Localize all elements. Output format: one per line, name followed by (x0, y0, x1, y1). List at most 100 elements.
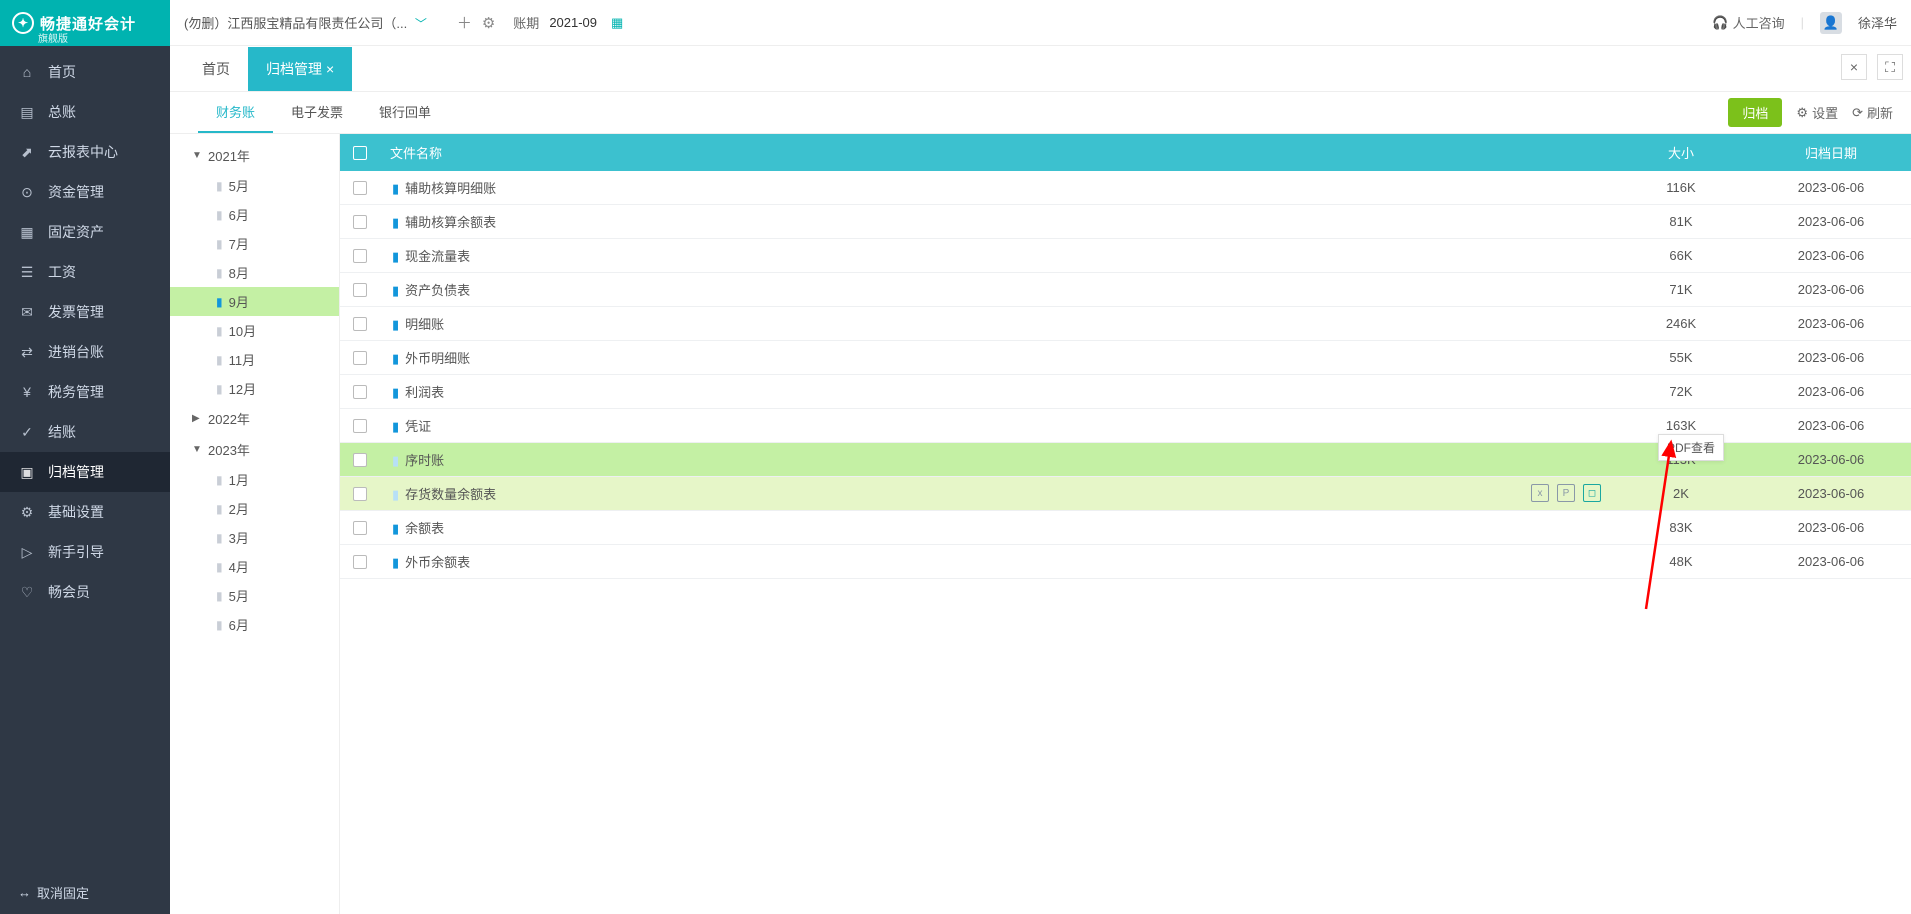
tree-month[interactable]: ▮4月 (170, 552, 339, 581)
sidebar-item-2[interactable]: ⬈云报表中心 (0, 132, 170, 172)
nav-icon: ⚙ (18, 504, 36, 521)
tree-month[interactable]: ▮7月 (170, 229, 339, 258)
company-selector[interactable]: (勿删）江西服宝精品有限责任公司（... ﹀ (184, 13, 427, 32)
chevron-down-icon[interactable]: ﹀ (415, 17, 427, 31)
page-tab-1[interactable]: 归档管理× (248, 47, 352, 91)
select-all-checkbox[interactable] (353, 146, 367, 160)
tree-month[interactable]: ▮1月 (170, 465, 339, 494)
tree-month[interactable]: ▮9月 (170, 287, 339, 316)
folder-icon: ▮ (216, 266, 223, 280)
period-value[interactable]: 2021-09 (549, 15, 597, 30)
folder-icon: ▮ (216, 473, 223, 487)
sidebar-item-4[interactable]: ▦固定资产 (0, 212, 170, 252)
tree-month[interactable]: ▮3月 (170, 523, 339, 552)
pdf-icon[interactable]: P (1557, 484, 1575, 502)
sidebar-item-12[interactable]: ▷新手引导 (0, 532, 170, 572)
sidebar-item-0[interactable]: ⌂首页 (0, 52, 170, 92)
table-row[interactable]: ▮明细账246K2023-06-06 (340, 307, 1911, 341)
row-checkbox[interactable] (353, 453, 367, 467)
file-icon: ▮ (392, 351, 399, 367)
file-date: 2023-06-06 (1751, 171, 1911, 205)
folder-icon: ▮ (216, 353, 223, 367)
calendar-icon[interactable]: ▦ (611, 15, 623, 31)
close-tab-button[interactable]: × (1841, 54, 1867, 80)
tree-month[interactable]: ▮12月 (170, 374, 339, 403)
company-settings-button[interactable]: ⚙ (482, 14, 495, 32)
username[interactable]: 徐泽华 (1858, 13, 1897, 32)
file-size: 246K (1611, 307, 1751, 341)
file-name: 外币余额表 (405, 555, 470, 570)
sidebar-item-6[interactable]: ✉发票管理 (0, 292, 170, 332)
row-checkbox[interactable] (353, 283, 367, 297)
row-checkbox[interactable] (353, 419, 367, 433)
table-row[interactable]: ▮余额表83K2023-06-06 (340, 511, 1911, 545)
row-checkbox[interactable] (353, 555, 367, 569)
table-row[interactable]: ▮现金流量表66K2023-06-06 (340, 239, 1911, 273)
settings-label: 设置 (1812, 103, 1838, 122)
sidebar-item-3[interactable]: ⊙资金管理 (0, 172, 170, 212)
row-checkbox[interactable] (353, 249, 367, 263)
file-date: 2023-06-06 (1751, 545, 1911, 579)
table-row[interactable]: ▮外币明细账55K2023-06-06 (340, 341, 1911, 375)
help-label: 人工咨询 (1733, 13, 1785, 32)
folder-icon: ▮ (216, 382, 223, 396)
tree-month-label: 2月 (229, 499, 249, 518)
table-row[interactable]: ▮辅助核算余额表81K2023-06-06 (340, 205, 1911, 239)
file-date: 2023-06-06 (1751, 307, 1911, 341)
pdf-view-icon[interactable]: ◻ (1583, 484, 1601, 502)
sidebar-item-5[interactable]: ☰工资 (0, 252, 170, 292)
help-button[interactable]: 🎧 人工咨询 (1712, 13, 1784, 32)
tree-year[interactable]: ▶2022年 (170, 403, 339, 434)
subtab-1[interactable]: 电子发票 (273, 92, 361, 133)
tree-month[interactable]: ▮5月 (170, 171, 339, 200)
subtab-2[interactable]: 银行回单 (361, 92, 449, 133)
sidebar-item-9[interactable]: ✓结账 (0, 412, 170, 452)
row-checkbox[interactable] (353, 215, 367, 229)
add-company-button[interactable]: ＋ (457, 12, 472, 33)
excel-view-icon[interactable]: x (1531, 484, 1549, 502)
row-checkbox[interactable] (353, 351, 367, 365)
sidebar-unpin[interactable]: ↔ 取消固定 (0, 871, 170, 914)
content: 财务账电子发票银行回单 归档 ⚙设置 ⟳刷新 ▼2021年▮5月▮6月▮7月▮8… (170, 92, 1911, 914)
sidebar-item-1[interactable]: ▤总账 (0, 92, 170, 132)
sidebar-item-10[interactable]: ▣归档管理 (0, 452, 170, 492)
sidebar-item-7[interactable]: ⇄进销台账 (0, 332, 170, 372)
row-checkbox[interactable] (353, 385, 367, 399)
sidebar-item-8[interactable]: ¥税务管理 (0, 372, 170, 412)
settings-button[interactable]: ⚙设置 (1796, 103, 1838, 122)
tooltip-pdf-view: PDF查看 (1658, 434, 1724, 461)
table-row[interactable]: ▮利润表72K2023-06-06 (340, 375, 1911, 409)
table-row[interactable]: ▮资产负债表71K2023-06-06 (340, 273, 1911, 307)
tree-year[interactable]: ▼2021年 (170, 140, 339, 171)
row-checkbox[interactable] (353, 317, 367, 331)
refresh-button[interactable]: ⟳刷新 (1852, 103, 1893, 122)
topbar: (勿删）江西服宝精品有限责任公司（... ﹀ ＋ ⚙ 账期 2021-09 ▦ … (170, 0, 1911, 46)
tree-month[interactable]: ▮8月 (170, 258, 339, 287)
tree-month[interactable]: ▮2月 (170, 494, 339, 523)
row-checkbox[interactable] (353, 181, 367, 195)
tree-month[interactable]: ▮5月 (170, 581, 339, 610)
file-icon: ▮ (392, 215, 399, 231)
row-checkbox[interactable] (353, 487, 367, 501)
file-date: 2023-06-06 (1751, 443, 1911, 477)
table-row[interactable]: ▮辅助核算明细账116K2023-06-06 (340, 171, 1911, 205)
table-row[interactable]: ▮存货数量余额表xP◻2K2023-06-06 (340, 477, 1911, 511)
fullscreen-button[interactable]: ⛶ (1877, 54, 1903, 80)
tree-month[interactable]: ▮6月 (170, 610, 339, 639)
sidebar-item-13[interactable]: ♡畅会员 (0, 572, 170, 612)
tree-month[interactable]: ▮10月 (170, 316, 339, 345)
sidebar-item-11[interactable]: ⚙基础设置 (0, 492, 170, 532)
row-checkbox[interactable] (353, 521, 367, 535)
subtab-0[interactable]: 财务账 (198, 92, 273, 133)
tree-month[interactable]: ▮6月 (170, 200, 339, 229)
page-tab-0[interactable]: 首页 (184, 47, 248, 91)
nav: ⌂首页▤总账⬈云报表中心⊙资金管理▦固定资产☰工资✉发票管理⇄进销台账¥税务管理… (0, 46, 170, 871)
archive-button[interactable]: 归档 (1728, 98, 1782, 127)
tree-month-label: 9月 (229, 292, 249, 311)
avatar[interactable]: 👤 (1820, 12, 1842, 34)
table-row[interactable]: ▮外币余额表48K2023-06-06 (340, 545, 1911, 579)
col-header-name: 文件名称 (380, 134, 1611, 171)
tree-month[interactable]: ▮11月 (170, 345, 339, 374)
close-icon[interactable]: × (326, 61, 334, 77)
tree-year[interactable]: ▼2023年 (170, 434, 339, 465)
